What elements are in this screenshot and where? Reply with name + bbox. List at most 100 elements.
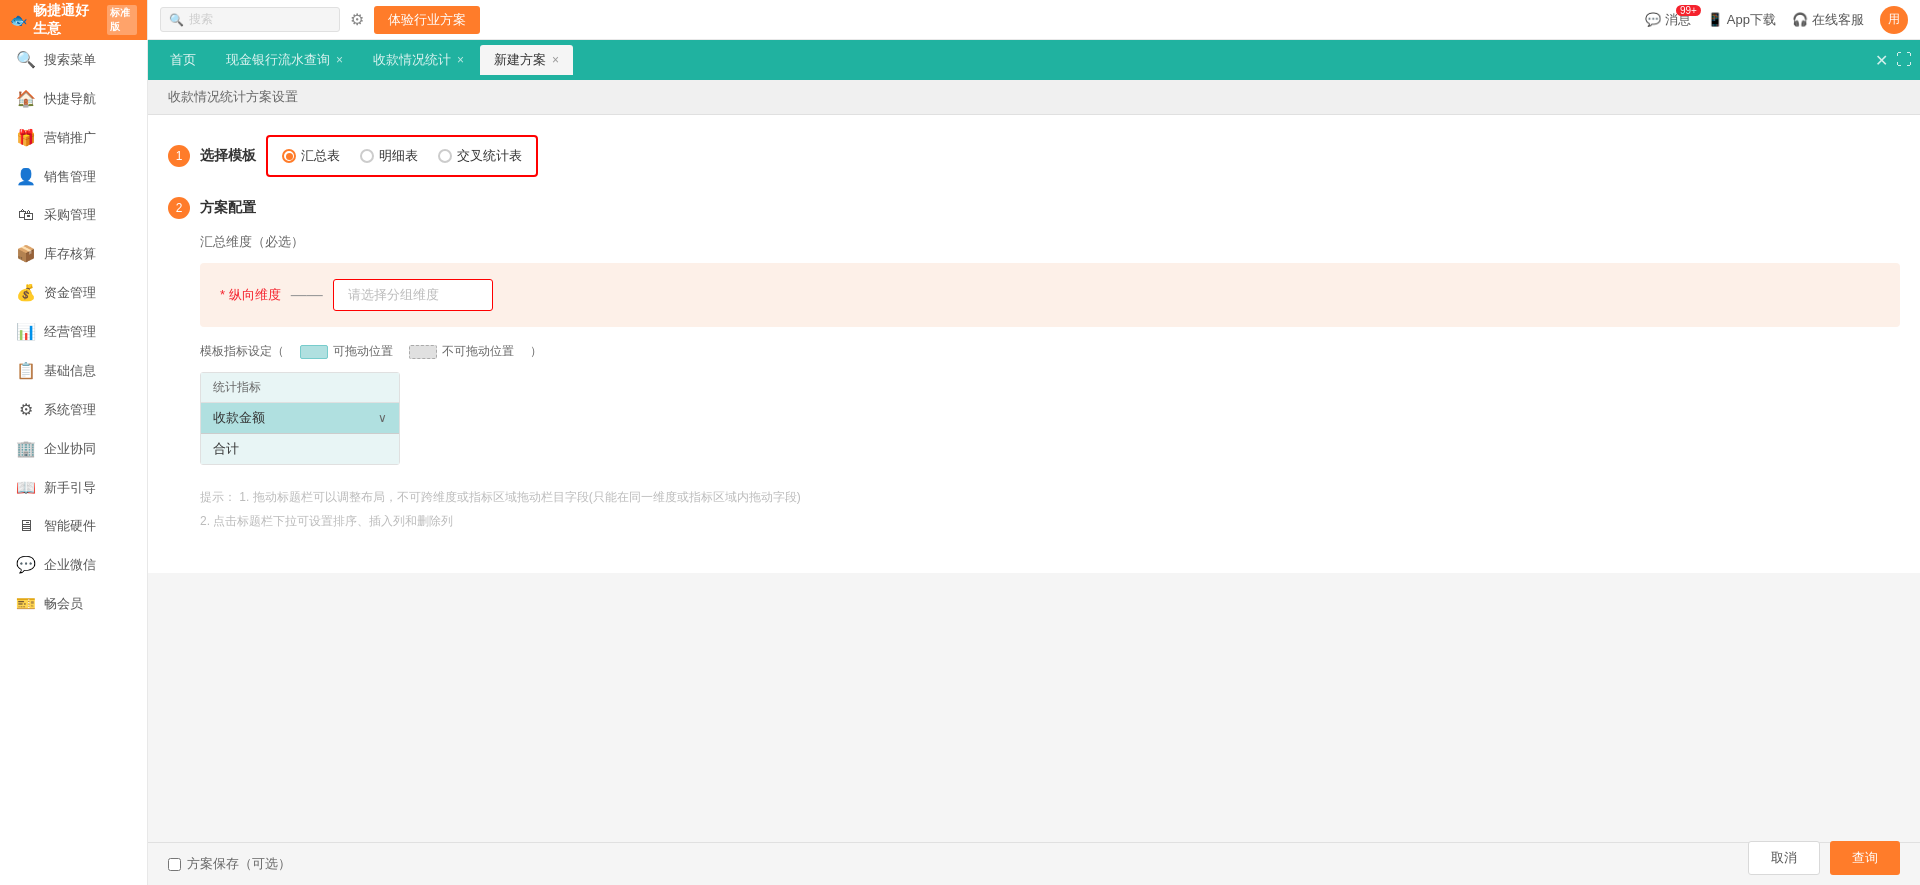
weixin-icon: 💬 <box>16 555 36 574</box>
member-icon: 🎫 <box>16 594 36 613</box>
step2-section: 2 方案配置 汇总维度（必选） 纵向维度 —— 请选择分组维度 <box>168 197 1900 533</box>
dimension-row: 纵向维度 —— 请选择分组维度 <box>220 279 1880 311</box>
non-draggable-label: 不可拖动位置 <box>442 343 514 360</box>
step1-num: 1 <box>168 145 190 167</box>
dimension-select[interactable]: 请选择分组维度 <box>333 279 493 311</box>
tab-collection-stats[interactable]: 收款情况统计 × <box>359 45 478 75</box>
sidebar-logo: 🐟 畅捷通好生意 标准版 <box>0 0 147 40</box>
message-badge[interactable]: 💬 消息 99+ <box>1645 11 1691 29</box>
radio-circle-summary <box>282 149 296 163</box>
tip-line1: 提示： 1. 拖动标题栏可以调整布局，不可跨维度或指标区域拖动栏目字段(只能在同… <box>200 485 1900 509</box>
sidebar-item-basic-info[interactable]: 📋 基础信息 <box>0 351 147 390</box>
non-draggable-box <box>409 345 437 359</box>
radio-summary-label: 汇总表 <box>301 147 340 165</box>
sidebar-item-label: 营销推广 <box>44 129 96 147</box>
industry-btn[interactable]: 体验行业方案 <box>374 6 480 34</box>
step2-num: 2 <box>168 197 190 219</box>
save-checkbox-input[interactable] <box>168 858 181 871</box>
template-options: 汇总表 明细表 交叉统计表 <box>266 135 538 177</box>
sidebar-item-weixin[interactable]: 💬 企业微信 <box>0 545 147 584</box>
close-window-icon[interactable]: ✕ <box>1875 51 1888 70</box>
sidebar-item-search-menu[interactable]: 🔍 搜索菜单 <box>0 40 147 79</box>
guide-icon: 📖 <box>16 478 36 497</box>
radio-circle-crosstab <box>438 149 452 163</box>
sidebar-item-sales[interactable]: 👤 销售管理 <box>0 157 147 196</box>
sidebar-item-label: 企业协同 <box>44 440 96 458</box>
radio-crosstab[interactable]: 交叉统计表 <box>438 147 522 165</box>
sidebar-item-marketing[interactable]: 🎁 营销推广 <box>0 118 147 157</box>
tab-close-new-plan[interactable]: × <box>552 53 559 67</box>
sidebar-item-member[interactable]: 🎫 畅会员 <box>0 584 147 623</box>
sidebar-item-purchase[interactable]: 🛍 采购管理 <box>0 196 147 234</box>
smart-hw-icon: 🖥 <box>16 517 36 535</box>
tab-home[interactable]: 首页 <box>156 45 210 75</box>
indicator-title: 模板指标设定（ <box>200 343 284 360</box>
topbar-right: 💬 消息 99+ 📱 App下载 🎧 在线客服 用 <box>1645 6 1908 34</box>
main-area: 🔍 搜索 ⚙ 体验行业方案 💬 消息 99+ 📱 App下载 🎧 在线客服 用 … <box>148 0 1920 885</box>
stats-total: 合计 <box>201 434 399 464</box>
sidebar-item-label: 企业微信 <box>44 556 96 574</box>
save-checkbox[interactable]: 方案保存（可选） <box>168 855 291 873</box>
indicator-title-end: ） <box>530 343 542 360</box>
step1-header: 1 选择模板 汇总表 明细表 交叉统计表 <box>168 135 1900 177</box>
sidebar-item-label: 库存核算 <box>44 245 96 263</box>
content-area: 1 选择模板 汇总表 明细表 交叉统计表 <box>148 115 1920 573</box>
non-draggable-legend: 不可拖动位置 <box>409 343 514 360</box>
tab-close-bank-flow[interactable]: × <box>336 53 343 67</box>
sidebar-item-label: 销售管理 <box>44 168 96 186</box>
sidebar-item-system[interactable]: ⚙ 系统管理 <box>0 390 147 429</box>
home-icon: 🏠 <box>16 89 36 108</box>
basic-info-icon: 📋 <box>16 361 36 380</box>
stats-cell-amount[interactable]: 收款金额 ∨ <box>201 403 399 434</box>
operations-icon: 📊 <box>16 322 36 341</box>
save-checkbox-label: 方案保存（可选） <box>187 855 291 873</box>
sidebar-item-smart-hw[interactable]: 🖥 智能硬件 <box>0 507 147 545</box>
tabbar-controls: ✕ ⛶ <box>1875 51 1912 70</box>
stats-table-header: 统计指标 <box>201 373 399 403</box>
search-menu-icon: 🔍 <box>16 50 36 69</box>
page-header-title: 收款情况统计方案设置 <box>168 89 298 104</box>
inventory-icon: 📦 <box>16 244 36 263</box>
tab-close-collection-stats[interactable]: × <box>457 53 464 67</box>
sidebar-item-quick-nav[interactable]: 🏠 快捷导航 <box>0 79 147 118</box>
tabbar: 首页 现金银行流水查询 × 收款情况统计 × 新建方案 × ✕ ⛶ <box>148 40 1920 80</box>
radio-summary[interactable]: 汇总表 <box>282 147 340 165</box>
online-service[interactable]: 🎧 在线客服 <box>1792 11 1864 29</box>
search-icon: 🔍 <box>169 13 184 27</box>
indicator-settings: 模板指标设定（ 可拖动位置 不可拖动位置 ） <box>200 343 1900 465</box>
page-content: 收款情况统计方案设置 1 选择模板 汇总表 明细表 <box>148 80 1920 885</box>
radio-detail-label: 明细表 <box>379 147 418 165</box>
topbar-search[interactable]: 🔍 搜索 <box>160 7 340 32</box>
dimension-subsection-title: 汇总维度（必选） <box>200 233 1900 251</box>
dimension-placeholder: 请选择分组维度 <box>348 287 439 302</box>
user-avatar[interactable]: 用 <box>1880 6 1908 34</box>
tip-line2: 2. 点击标题栏下拉可设置排序、插入列和删除列 <box>200 509 1900 533</box>
app-icon: 📱 <box>1707 12 1723 27</box>
sidebar-item-guide[interactable]: 📖 新手引导 <box>0 468 147 507</box>
app-download[interactable]: 📱 App下载 <box>1707 11 1776 29</box>
draggable-box <box>300 345 328 359</box>
gear-icon[interactable]: ⚙ <box>350 10 364 29</box>
sidebar-item-enterprise[interactable]: 🏢 企业协同 <box>0 429 147 468</box>
sidebar-item-operations[interactable]: 📊 经营管理 <box>0 312 147 351</box>
step1-section: 1 选择模板 汇总表 明细表 交叉统计表 <box>168 135 1900 177</box>
service-icon: 🎧 <box>1792 12 1808 27</box>
maximize-icon[interactable]: ⛶ <box>1896 51 1912 69</box>
sidebar-item-label: 系统管理 <box>44 401 96 419</box>
radio-detail[interactable]: 明细表 <box>360 147 418 165</box>
sidebar-item-label: 采购管理 <box>44 206 96 224</box>
cancel-button[interactable]: 取消 <box>1748 841 1820 875</box>
tab-bank-flow[interactable]: 现金银行流水查询 × <box>212 45 357 75</box>
stats-cell-label: 收款金额 <box>213 409 265 427</box>
sidebar-item-label: 畅会员 <box>44 595 83 613</box>
tab-new-plan[interactable]: 新建方案 × <box>480 45 573 75</box>
finance-icon: 💰 <box>16 283 36 302</box>
search-placeholder: 搜索 <box>189 11 213 28</box>
query-button[interactable]: 查询 <box>1830 841 1900 875</box>
logo-text: 畅捷通好生意 <box>33 2 101 38</box>
sidebar-item-label: 基础信息 <box>44 362 96 380</box>
step2-title: 方案配置 <box>200 199 256 217</box>
sidebar-item-inventory[interactable]: 📦 库存核算 <box>0 234 147 273</box>
sidebar-item-label: 快捷导航 <box>44 90 96 108</box>
sidebar-item-finance[interactable]: 💰 资金管理 <box>0 273 147 312</box>
